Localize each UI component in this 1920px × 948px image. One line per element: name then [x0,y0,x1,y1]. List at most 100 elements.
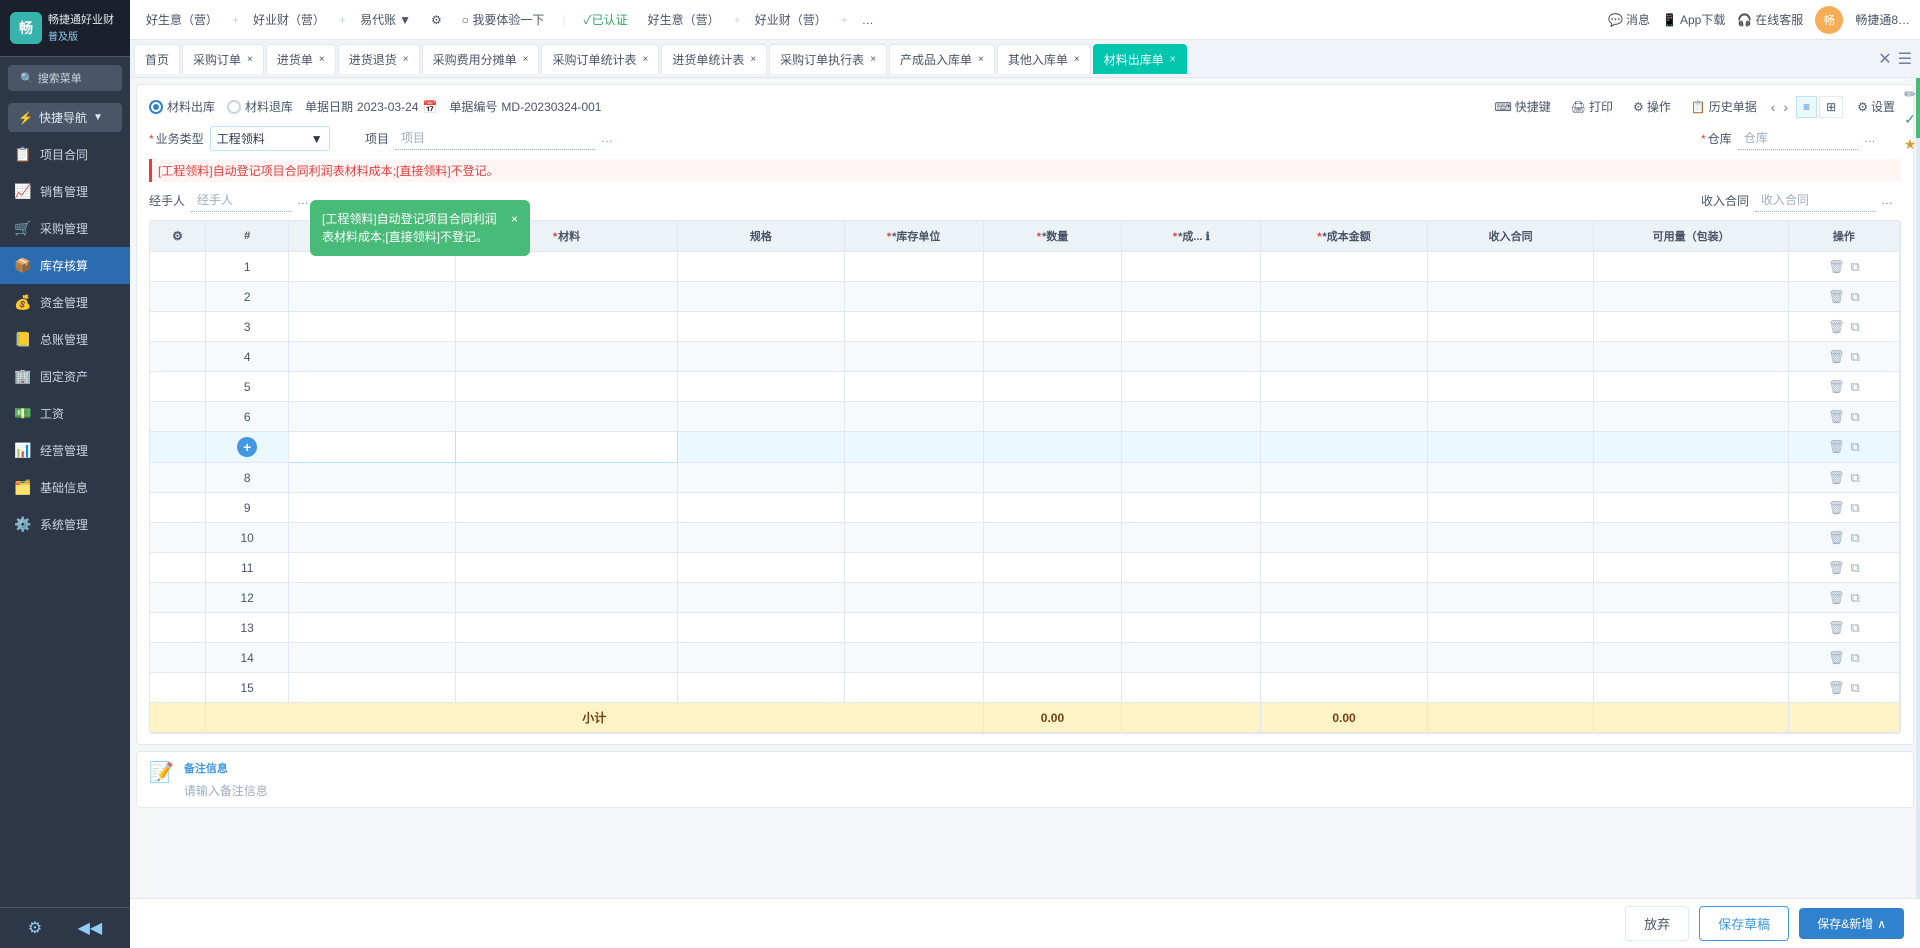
copy-row-icon[interactable]: ⧉ [1851,620,1860,636]
tab-receipt-stats[interactable]: 进货单统计表× [661,44,767,74]
row-unit[interactable] [844,553,983,583]
tab-menu-icon[interactable]: ☰ [1898,49,1912,69]
delete-row-icon[interactable]: 🗑 [1828,439,1845,455]
row-quantity[interactable] [983,613,1122,643]
row-unit-edit[interactable] [844,432,983,463]
row-cost-price[interactable] [1122,553,1261,583]
copy-row-icon[interactable]: ⧉ [1851,680,1860,696]
row-cost-amount[interactable] [1261,252,1428,282]
history-btn[interactable]: 📋 历史单据 [1685,95,1763,118]
right-panel-star-icon[interactable]: ★ [1904,136,1917,153]
row-cost-price-edit[interactable] [1122,432,1261,463]
row-revenue-contract[interactable] [1427,372,1594,402]
row-spec[interactable] [678,583,845,613]
nav-good-business-2[interactable]: 好生意（营） [642,7,726,32]
save-new-button[interactable]: 保存&新增 ∧ [1799,908,1904,939]
tab-purchase-expense[interactable]: 采购费用分摊单× [422,44,540,74]
row-project-edit[interactable] [289,432,456,463]
row-available-qty[interactable] [1594,523,1788,553]
row-available-qty[interactable] [1594,463,1788,493]
warehouse-expand-icon[interactable]: … [1864,131,1876,145]
row-spec-edit[interactable] [678,432,845,463]
copy-row-icon[interactable]: ⧉ [1851,650,1860,666]
row-spec[interactable] [678,673,845,703]
nav-good-business[interactable]: 好生意（营） [140,7,224,32]
row-unit[interactable] [844,583,983,613]
row-cost-price[interactable] [1122,643,1261,673]
sidebar-item-system[interactable]: ⚙️ 系统管理 [0,506,130,543]
delete-row-icon[interactable]: 🗑 [1828,470,1845,486]
row-spec[interactable] [678,312,845,342]
row-revenue-contract[interactable] [1427,553,1594,583]
nav-message[interactable]: 💬 消息 [1608,11,1650,28]
nav-app-download[interactable]: 📱 App下载 [1662,11,1725,28]
quick-nav[interactable]: ⚡ 快捷导航 ▼ [8,103,122,132]
row-quantity[interactable] [983,553,1122,583]
row-material[interactable] [455,252,677,282]
delete-row-icon[interactable]: 🗑 [1828,530,1845,546]
row-cost-price[interactable] [1122,372,1261,402]
row-revenue-contract[interactable] [1427,312,1594,342]
row-unit[interactable] [844,342,983,372]
row-material[interactable] [455,312,677,342]
nav-good-finance[interactable]: 好业财（营） [247,7,331,32]
row-available-qty[interactable] [1594,583,1788,613]
tab-purchase-order[interactable]: 采购订单× [182,44,264,74]
settings-bottom-icon[interactable]: ⚙ [28,918,42,938]
th-settings[interactable]: ⚙ [150,221,206,252]
row-spec[interactable] [678,282,845,312]
row-available-qty[interactable] [1594,553,1788,583]
sidebar-item-operations[interactable]: 📊 经营管理 [0,432,130,469]
row-cost-amount[interactable] [1261,673,1428,703]
delete-row-icon[interactable]: 🗑 [1828,259,1845,275]
row-unit[interactable] [844,523,983,553]
user-name[interactable]: 畅捷通8… [1855,11,1910,28]
project-expand-icon[interactable]: … [601,131,613,145]
row-cost-price[interactable] [1122,282,1261,312]
row-cost-amount[interactable] [1261,402,1428,432]
row-unit[interactable] [844,372,983,402]
tab-purchase-exec[interactable]: 采购订单执行表× [769,44,887,74]
grid-view-btn[interactable]: ⊞ [1819,96,1843,118]
row-material[interactable] [455,402,677,432]
prev-doc-icon[interactable]: ‹ [1771,99,1776,115]
row-quantity[interactable] [983,372,1122,402]
row-revenue-contract[interactable] [1427,463,1594,493]
right-panel-check-icon[interactable]: ✓ [1904,111,1916,128]
sidebar-item-purchase[interactable]: 🛒 采购管理 [0,210,130,247]
tooltip-close-btn[interactable]: × [511,210,518,228]
row-project[interactable] [289,282,456,312]
row-revenue-contract[interactable] [1427,282,1594,312]
row-cost-price[interactable] [1122,673,1261,703]
row-revenue-contract[interactable] [1427,252,1594,282]
row-quantity[interactable] [983,643,1122,673]
tab-product-receipt[interactable]: 产成品入库单× [889,44,995,74]
row-material[interactable] [455,583,677,613]
row-unit[interactable] [844,252,983,282]
row-revenue-contract[interactable] [1427,493,1594,523]
tab-close-all-icon[interactable]: ✕ [1878,49,1891,69]
tab-close-icon[interactable]: × [403,54,409,65]
row-cost-price[interactable] [1122,583,1261,613]
row-material[interactable] [455,463,677,493]
row-cost-amount[interactable] [1261,523,1428,553]
tab-other-receipt[interactable]: 其他入库单× [997,44,1091,74]
row-available-qty[interactable] [1594,312,1788,342]
row-spec[interactable] [678,493,845,523]
row-cost-amount-edit[interactable] [1261,432,1428,463]
row-project[interactable] [289,643,456,673]
row-material[interactable] [455,342,677,372]
tab-close-icon[interactable]: × [247,54,253,65]
copy-row-icon[interactable]: ⧉ [1851,259,1860,275]
tab-close-icon[interactable]: × [978,54,984,65]
row-cost-amount[interactable] [1261,613,1428,643]
row-quantity[interactable] [983,673,1122,703]
row-project[interactable] [289,372,456,402]
row-project[interactable] [289,673,456,703]
nav-trial[interactable]: ○ 我要体验一下 [456,7,551,32]
row-project[interactable] [289,312,456,342]
row-available-qty[interactable] [1594,493,1788,523]
copy-row-icon[interactable]: ⧉ [1851,439,1860,455]
row-material[interactable] [455,372,677,402]
row-quantity[interactable] [983,252,1122,282]
